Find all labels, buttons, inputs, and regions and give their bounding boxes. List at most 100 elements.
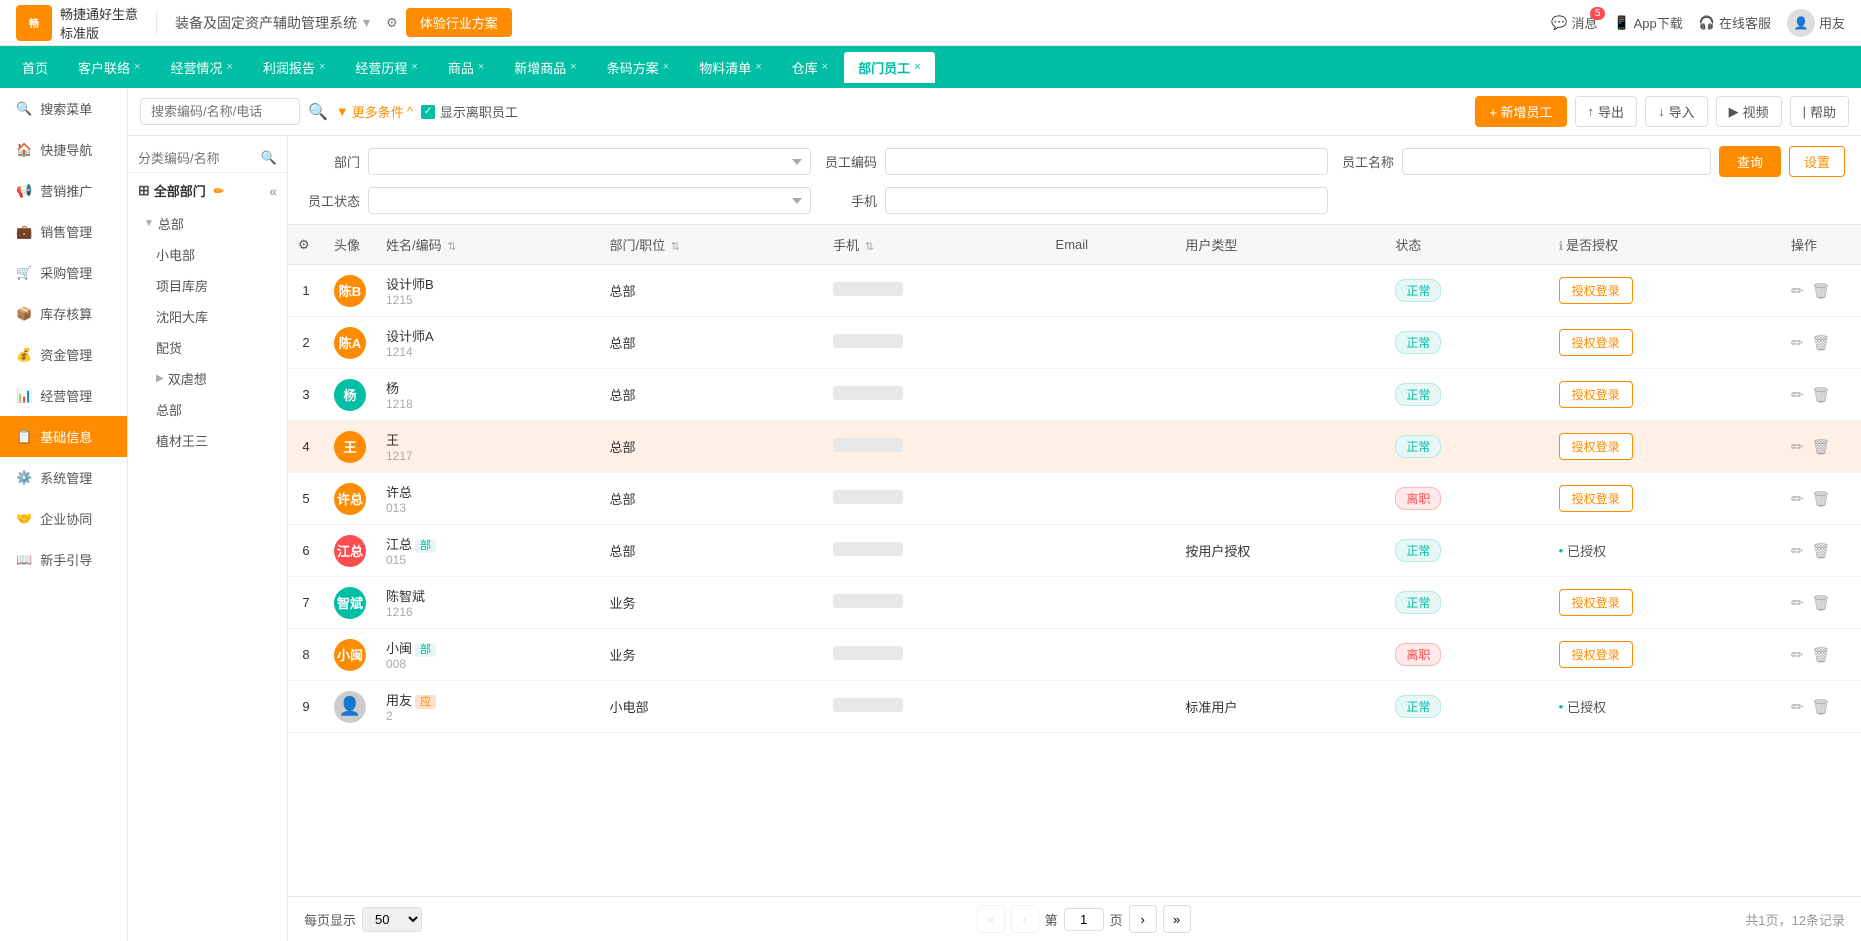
add-employee-button[interactable]: + 新增员工 <box>1475 96 1566 127</box>
auth-login-button[interactable]: 授权登录 <box>1559 329 1633 356</box>
close-icon[interactable]: × <box>570 61 576 73</box>
dept-node-zongbu[interactable]: ▼ 总部 <box>128 208 287 239</box>
th-dept-pos[interactable]: 部门/职位 ⇅ <box>600 225 824 265</box>
export-button[interactable]: ↑ 导出 <box>1575 96 1638 127</box>
online-service-button[interactable]: 🎧 在线客服 <box>1699 13 1771 32</box>
dept-filter-select[interactable] <box>368 148 811 175</box>
edit-button[interactable]: ✏ <box>1791 282 1804 300</box>
delete-button[interactable]: 🗑 <box>1812 594 1831 612</box>
prev-page-button[interactable]: ‹ <box>1011 905 1039 933</box>
query-button[interactable]: 查询 <box>1719 146 1781 177</box>
close-icon[interactable]: × <box>914 61 920 73</box>
sidebar-item-search[interactable]: 🔍 搜索菜单 <box>0 88 127 129</box>
auth-login-button[interactable]: 授权登录 <box>1559 433 1633 460</box>
close-icon[interactable]: × <box>411 61 417 73</box>
delete-button[interactable]: 🗑 <box>1812 386 1831 404</box>
tab-customer[interactable]: 客户联络 × <box>64 52 154 83</box>
settings-icon[interactable]: ⚙ <box>386 15 398 31</box>
sidebar-item-basic[interactable]: 📋 基础信息 <box>0 416 127 457</box>
tab-profit[interactable]: 利润报告 × <box>249 52 339 83</box>
sidebar-item-shortcuts[interactable]: 🏠 快捷导航 <box>0 129 127 170</box>
edit-button[interactable]: ✏ <box>1791 542 1804 560</box>
tab-new-goods[interactable]: 新增商品 × <box>500 52 590 83</box>
tab-barcode[interactable]: 条码方案 × <box>593 52 683 83</box>
tab-employees[interactable]: 部门员工 × <box>844 52 934 83</box>
last-page-button[interactable]: » <box>1163 905 1191 933</box>
close-icon[interactable]: × <box>478 61 484 73</box>
dept-node-shuang[interactable]: ▶ 双虐想 <box>128 363 287 394</box>
dept-node-peihuo[interactable]: 配货 <box>128 332 287 363</box>
close-icon[interactable]: × <box>822 61 828 73</box>
delete-button[interactable]: 🗑 <box>1812 438 1831 456</box>
emp-status-select[interactable] <box>368 187 811 214</box>
message-button[interactable]: 💬 消息 5 <box>1551 13 1597 32</box>
dept-node-shenyang[interactable]: 沈阳大库 <box>128 301 287 332</box>
delete-button[interactable]: 🗑 <box>1812 490 1831 508</box>
import-button[interactable]: ↓ 导入 <box>1645 96 1708 127</box>
dept-collapse-icon[interactable]: « <box>269 183 277 199</box>
edit-button[interactable]: ✏ <box>1791 646 1804 664</box>
tab-bom[interactable]: 物料清单 × <box>685 52 775 83</box>
tab-history[interactable]: 经营历程 × <box>341 52 431 83</box>
auth-login-button[interactable]: 授权登录 <box>1559 485 1633 512</box>
close-icon[interactable]: × <box>663 61 669 73</box>
app-download-button[interactable]: 📱 App下载 <box>1613 13 1682 32</box>
sidebar-item-marketing[interactable]: 📢 营销推广 <box>0 170 127 211</box>
edit-button[interactable]: ✏ <box>1791 594 1804 612</box>
edit-button[interactable]: ✏ <box>1791 698 1804 716</box>
show-resigned-toggle[interactable]: ✓ 显示离职员工 <box>421 102 518 121</box>
delete-button[interactable]: 🗑 <box>1812 282 1831 300</box>
sidebar-item-operation[interactable]: 📊 经营管理 <box>0 375 127 416</box>
next-page-button[interactable]: › <box>1129 905 1157 933</box>
page-number-input[interactable] <box>1064 908 1104 931</box>
page-size-select[interactable]: 50 100 <box>362 907 422 932</box>
sidebar-item-purchase[interactable]: 🛒 采购管理 <box>0 252 127 293</box>
user-avatar[interactable]: 👤 用友 <box>1787 9 1845 37</box>
delete-button[interactable]: 🗑 <box>1812 698 1831 716</box>
sidebar-item-guide[interactable]: 📖 新手引导 <box>0 539 127 580</box>
delete-button[interactable]: 🗑 <box>1812 646 1831 664</box>
view-button[interactable]: ▶ 视频 <box>1716 96 1782 127</box>
edit-button[interactable]: ✏ <box>1791 438 1804 456</box>
dept-search-input[interactable] <box>138 151 261 166</box>
tab-home[interactable]: 首页 <box>8 52 62 83</box>
close-icon[interactable]: × <box>755 61 761 73</box>
tab-goods[interactable]: 商品 × <box>434 52 498 83</box>
trial-button[interactable]: 体验行业方案 <box>406 8 512 37</box>
close-icon[interactable]: × <box>319 61 325 73</box>
dept-node-zhicai[interactable]: 植材王三 <box>128 425 287 456</box>
auth-login-button[interactable]: 授权登录 <box>1559 381 1633 408</box>
auth-login-button[interactable]: 授权登录 <box>1559 277 1633 304</box>
emp-name-input[interactable] <box>1402 148 1711 175</box>
first-page-button[interactable]: « <box>977 905 1005 933</box>
tab-operation[interactable]: 经营情况 × <box>156 52 246 83</box>
th-phone[interactable]: 手机 ⇅ <box>823 225 1045 265</box>
edit-button[interactable]: ✏ <box>1791 334 1804 352</box>
close-icon[interactable]: × <box>134 61 140 73</box>
help-button[interactable]: | 帮助 <box>1790 96 1849 127</box>
sidebar-item-corp[interactable]: 🤝 企业协同 <box>0 498 127 539</box>
delete-button[interactable]: 🗑 <box>1812 542 1831 560</box>
dept-node-project[interactable]: 项目库房 <box>128 270 287 301</box>
search-button[interactable]: 🔍 <box>308 102 328 122</box>
tab-warehouse[interactable]: 仓库 × <box>778 52 842 83</box>
auth-login-button[interactable]: 授权登录 <box>1559 641 1633 668</box>
th-name-code[interactable]: 姓名/编码 ⇅ <box>376 225 600 265</box>
edit-button[interactable]: ✏ <box>1791 386 1804 404</box>
edit-button[interactable]: ✏ <box>1791 490 1804 508</box>
sidebar-item-system[interactable]: ⚙️ 系统管理 <box>0 457 127 498</box>
more-filter-button[interactable]: ▼ 更多条件 ^ <box>336 102 413 121</box>
sidebar-item-sales[interactable]: 💼 销售管理 <box>0 211 127 252</box>
dropdown-icon[interactable]: ▾ <box>363 14 370 31</box>
emp-code-input[interactable] <box>885 148 1328 175</box>
phone-input[interactable] <box>885 187 1328 214</box>
search-input[interactable] <box>140 98 300 125</box>
close-icon[interactable]: × <box>226 61 232 73</box>
dept-all-header[interactable]: ⊞ 全部部门 ✏ « <box>128 173 287 208</box>
dept-edit-icon[interactable]: ✏ <box>214 184 224 198</box>
sidebar-item-finance[interactable]: 💰 资金管理 <box>0 334 127 375</box>
th-settings[interactable]: ⚙ <box>288 225 324 265</box>
set-button[interactable]: 设置 <box>1789 146 1845 177</box>
dept-node-zongbu2[interactable]: 总部 <box>128 394 287 425</box>
delete-button[interactable]: 🗑 <box>1812 334 1831 352</box>
